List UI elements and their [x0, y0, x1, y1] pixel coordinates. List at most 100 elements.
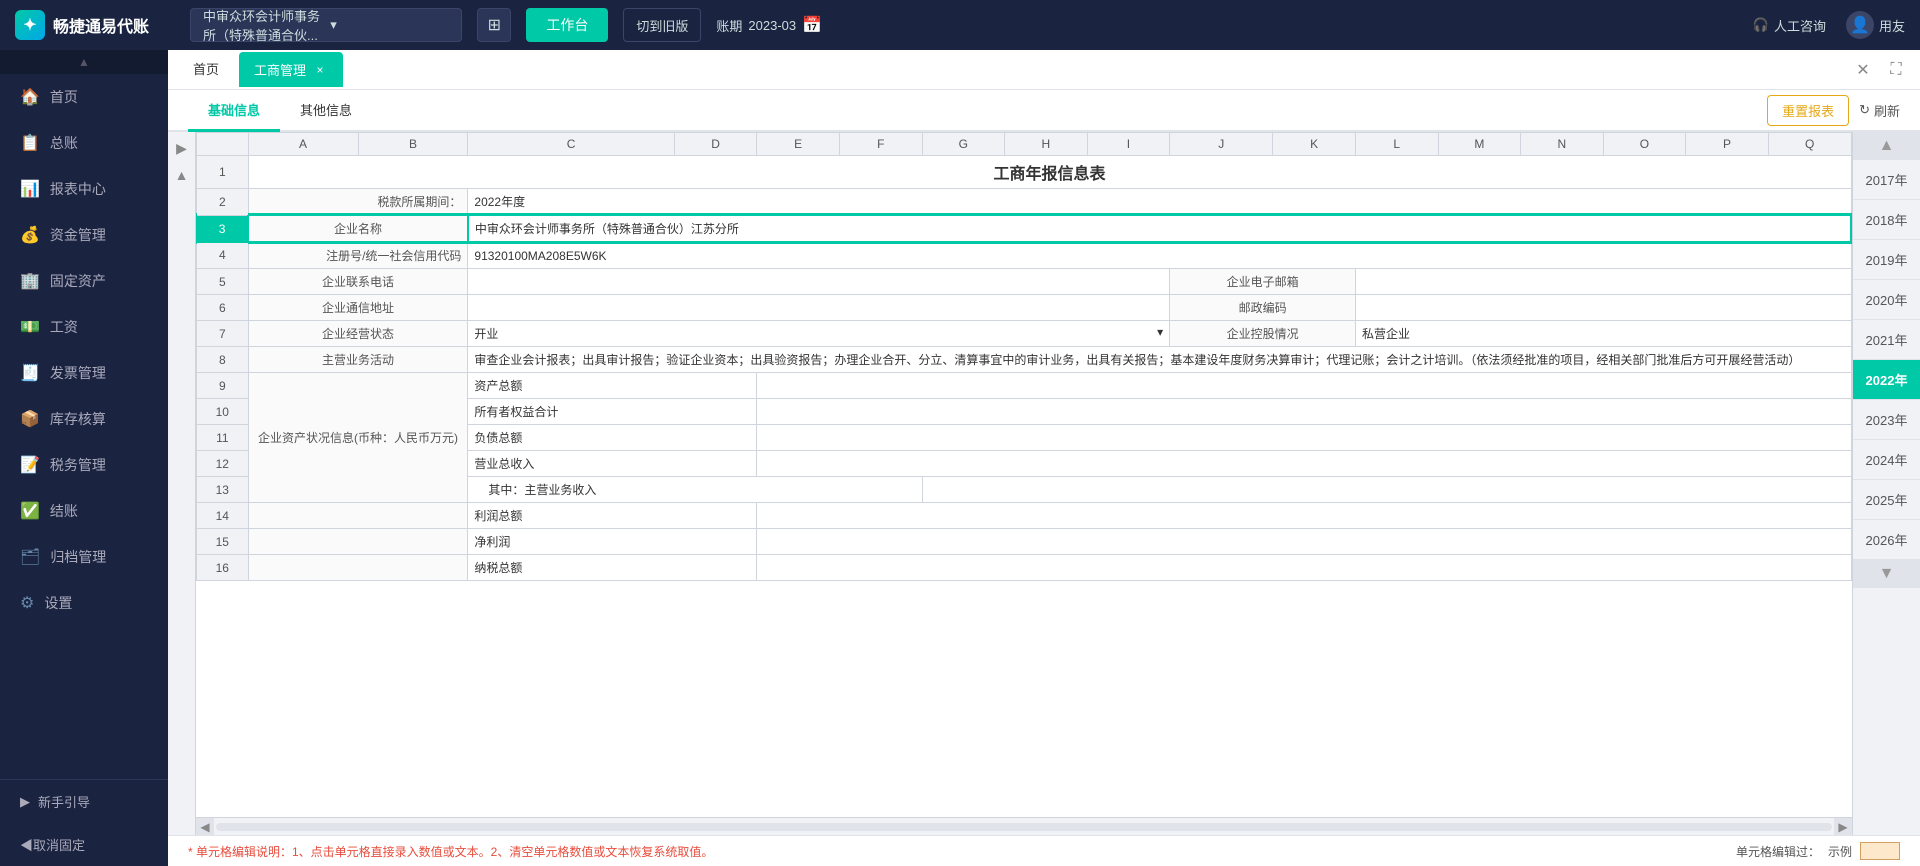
title-cell[interactable]: 工商年报信息表	[248, 156, 1851, 189]
year-2019[interactable]: 2019年	[1853, 240, 1920, 280]
year-2018[interactable]: 2018年	[1853, 200, 1920, 240]
biz-status-cell[interactable]: 开业 ▾	[468, 321, 1170, 347]
bottom-bar: * 单元格编辑说明：1、点击单元格直接录入数值或文本。2、清空单元格数值或文本恢…	[168, 835, 1920, 866]
regnum-value-cell[interactable]: 91320100MA208E5W6K	[468, 242, 1851, 269]
revenue-label: 营业总收入	[468, 451, 757, 477]
user-area[interactable]: 👤 用友	[1846, 11, 1905, 39]
phone-value-cell[interactable]	[468, 269, 1170, 295]
h-scroll-track[interactable]	[216, 823, 1832, 831]
header-right: 🎧 人工咨询 👤 用友	[1753, 11, 1905, 39]
user-label: 用友	[1879, 16, 1905, 35]
year-2020[interactable]: 2020年	[1853, 280, 1920, 320]
left-collapse-btn[interactable]: ▲	[171, 164, 193, 186]
liabilities-value[interactable]	[757, 425, 1851, 451]
refresh-button[interactable]: ↻ 刷新	[1859, 101, 1900, 120]
sidebar-bottom: ▶ 新手引导 ◀取消固定	[0, 779, 168, 866]
sidebar-item-ledger[interactable]: 📋 总账	[0, 120, 168, 166]
postcode-value-cell[interactable]	[1355, 295, 1851, 321]
tab-other-info[interactable]: 其他信息	[280, 90, 372, 132]
tax-value[interactable]	[757, 555, 1851, 581]
sidebar-item-settings[interactable]: ⚙ 设置	[0, 580, 168, 626]
h-scroll-area: ◀ ▶	[196, 817, 1852, 835]
sidebar-item-home[interactable]: 🏠 首页	[0, 74, 168, 120]
tab-close-window-btn[interactable]: ✕	[1849, 56, 1877, 84]
row-num-1: 1	[197, 156, 249, 189]
old-version-button[interactable]: 切到旧版	[623, 8, 701, 42]
company-selector[interactable]: 中审众环会计师事务所（特殊普通合伙... ▾	[190, 8, 462, 42]
table-row: 1 工商年报信息表	[197, 156, 1852, 189]
sidebar-item-closing[interactable]: ✅ 结账	[0, 488, 168, 534]
consult-area[interactable]: 🎧 人工咨询	[1753, 16, 1826, 35]
dropdown-icon[interactable]: ▾	[1157, 325, 1163, 339]
year-2021[interactable]: 2021年	[1853, 320, 1920, 360]
tab-basic-info[interactable]: 基础信息	[188, 90, 280, 132]
tab-home[interactable]: 首页	[178, 51, 234, 88]
pin-label: ◀取消固定	[20, 835, 85, 854]
unpin-button[interactable]: ◀取消固定	[0, 823, 168, 866]
sidebar-item-inventory[interactable]: 📦 库存核算	[0, 396, 168, 442]
top-header: ✦ 畅捷通易代账 中审众环会计师事务所（特殊普通合伙... ▾ ⊞ 工作台 切到…	[0, 0, 1920, 50]
total-assets-value[interactable]	[757, 373, 1851, 399]
reset-report-button[interactable]: 重置报表	[1767, 95, 1849, 126]
sidebar-item-tax[interactable]: 📝 税务管理	[0, 442, 168, 488]
row16-empty	[248, 555, 468, 581]
profit-value[interactable]	[757, 503, 1851, 529]
table-row: 6 企业通信地址 邮政编码	[197, 295, 1852, 321]
tab-expand-btn[interactable]: ⛶	[1882, 56, 1910, 84]
h-scroll-right-btn[interactable]: ▶	[1834, 818, 1852, 836]
left-panel: ▶ ▲	[168, 132, 196, 835]
col-i: I	[1087, 133, 1170, 156]
period-value-cell[interactable]: 2022年度	[468, 189, 1851, 216]
assets-icon: 🏢	[20, 271, 40, 291]
chevron-down-icon: ▾	[330, 17, 449, 33]
guide-icon: ▶	[20, 794, 30, 810]
sidebar-item-wages[interactable]: 💵 工资	[0, 304, 168, 350]
sidebar-item-label: 发票管理	[50, 363, 106, 383]
col-n: N	[1521, 133, 1604, 156]
year-2017[interactable]: 2017年	[1853, 160, 1920, 200]
refresh-label: 刷新	[1874, 101, 1900, 120]
year-2026[interactable]: 2026年	[1853, 520, 1920, 560]
table-row: 8 主营业务活动 审查企业会计报表；出具审计报告；验证企业资本；出具验资报告；办…	[197, 347, 1852, 373]
holding-value[interactable]: 私营企业	[1355, 321, 1851, 347]
total-assets-label: 资产总额	[468, 373, 757, 399]
sidebar-item-funds[interactable]: 💰 资金管理	[0, 212, 168, 258]
year-2022[interactable]: 2022年	[1853, 360, 1920, 400]
sub-tabs: 基础信息 其他信息 重置报表 ↻ 刷新	[168, 90, 1920, 132]
tab-commerce[interactable]: 工商管理 ×	[239, 52, 343, 87]
sidebar-item-reports[interactable]: 📊 报表中心	[0, 166, 168, 212]
year-2024[interactable]: 2024年	[1853, 440, 1920, 480]
year-2025[interactable]: 2025年	[1853, 480, 1920, 520]
year-up-btn[interactable]: ▲	[1853, 132, 1920, 160]
email-value-cell[interactable]	[1355, 269, 1851, 295]
left-expand-btn[interactable]: ▶	[171, 137, 193, 159]
col-h: H	[1005, 133, 1088, 156]
sidebar-item-assets[interactable]: 🏢 固定资产	[0, 258, 168, 304]
year-2023[interactable]: 2023年	[1853, 400, 1920, 440]
equity-value[interactable]	[757, 399, 1851, 425]
spreadsheet-main[interactable]: A B C D E F G H I J	[196, 132, 1852, 817]
company-name: 中审众环会计师事务所（特殊普通合伙...	[203, 6, 322, 44]
spreadsheet-container: ▶ ▲ A B C D	[168, 132, 1920, 835]
bottom-right: 单元格编辑过： 示例	[1736, 842, 1900, 860]
main-revenue-value[interactable]	[922, 477, 1851, 503]
workbench-button[interactable]: 工作台	[526, 8, 608, 42]
sidebar-item-invoices[interactable]: 🧾 发票管理	[0, 350, 168, 396]
company-icon-btn[interactable]: ⊞	[477, 8, 511, 42]
company-name-cell[interactable]: 中审众环会计师事务所（特殊普通合伙）江苏分所	[468, 215, 1851, 242]
new-user-guide-btn[interactable]: ▶ 新手引导	[0, 780, 168, 823]
net-profit-value[interactable]	[757, 529, 1851, 555]
calendar-icon[interactable]: 📅	[802, 15, 822, 35]
revenue-value[interactable]	[757, 451, 1851, 477]
tab-close-btn[interactable]: ×	[312, 62, 328, 78]
h-scroll-left-btn[interactable]: ◀	[196, 818, 214, 836]
sidebar-item-archive[interactable]: 🗂 归档管理	[0, 534, 168, 580]
row-num-12: 12	[197, 451, 249, 477]
address-value-cell[interactable]	[468, 295, 1170, 321]
profit-label: 利润总额	[468, 503, 757, 529]
sidebar-scroll-up[interactable]: ▲	[0, 50, 168, 74]
year-down-btn[interactable]: ▼	[1853, 560, 1920, 588]
col-d: D	[674, 133, 757, 156]
main-biz-value[interactable]: 审查企业会计报表；出具审计报告；验证企业资本；出具验资报告；办理企业合开、分立、…	[468, 347, 1851, 373]
col-b: B	[358, 133, 468, 156]
